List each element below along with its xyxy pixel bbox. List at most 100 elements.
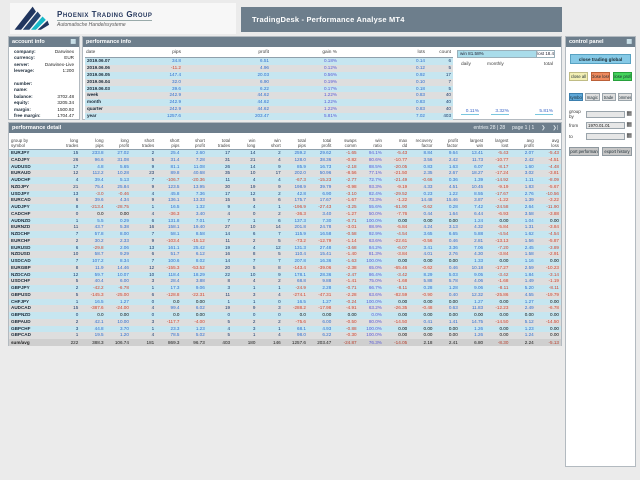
table-cell: 1	[252, 217, 256, 223]
table-cell: 1	[75, 332, 79, 338]
table-cell: -14.50	[545, 318, 559, 324]
export-performance-button[interactable]: export performance	[569, 147, 599, 156]
to-date-input[interactable]	[586, 132, 625, 140]
table-row: 2019.06.05 147.4 20.03 0.56% 0.92 17	[85, 71, 453, 79]
table-cell: 5.78	[448, 278, 458, 284]
table-row: EURCHF 2 30.2 2.33 9 -103.4 -15.12 11 2 5 -73.2 -12…	[9, 237, 561, 245]
table-cell: 0.00	[499, 258, 509, 263]
close-trading-global-button[interactable]: close trading global	[570, 54, 631, 64]
table-cell: 0.00	[524, 312, 534, 317]
table-cell: -82.59	[394, 291, 408, 297]
table-cell: 0	[151, 312, 155, 317]
table-cell: -17.67	[495, 190, 509, 196]
table-cell: 1704.47	[57, 112, 74, 118]
from-date-input[interactable]: 1970.01.01	[586, 121, 625, 129]
table-cell: -387.6	[90, 305, 104, 311]
table-cell: 0	[75, 210, 79, 216]
table-cell: 81.1	[170, 163, 180, 169]
table-cell: -10.23	[545, 264, 559, 270]
table-cell: 72.7%	[368, 177, 382, 182]
app-logo: Phoenix Trading Group Automatische Hande…	[10, 3, 236, 34]
table-cell: 1.83	[524, 183, 534, 189]
table-cell: 0.00	[195, 312, 205, 317]
table-cell: 4	[278, 156, 281, 162]
table-cell: 14	[250, 150, 256, 155]
tab-trade[interactable]: trade	[601, 93, 616, 101]
tab-magic[interactable]: magic	[585, 93, 600, 101]
grid-icon[interactable]: ▦	[70, 39, 76, 45]
close-loss-button[interactable]: close loss	[591, 72, 610, 81]
last-page-icon[interactable]: ❯|	[553, 125, 559, 131]
table-cell: 27	[224, 224, 231, 230]
table-cell: 222	[70, 340, 79, 345]
table-cell: 0.00	[398, 217, 408, 223]
table-cell: 96.6	[94, 156, 104, 162]
table-cell: 4	[151, 305, 155, 311]
table-cell: 3	[151, 278, 155, 284]
performance-detail-sum-row: sum/avg 222 388.3 106.74 181 869.3 96.73 403 180…	[9, 339, 561, 346]
calendar-icon[interactable]: ▦	[625, 122, 632, 128]
logo-title: Phoenix Trading Group	[57, 9, 153, 19]
table-cell: 14.48	[420, 197, 433, 203]
account-info-header: account info ▦	[9, 37, 79, 47]
table-cell: 84.2%	[368, 244, 382, 250]
group-by-input[interactable]	[586, 110, 625, 118]
table-row: EURCAD 6 39.6 4.34 9 136.1 13.33 15 5 6 175.7 17.67…	[9, 197, 561, 204]
calendar-icon[interactable]: ▦	[625, 133, 632, 139]
table-cell: 2	[252, 318, 256, 324]
table-cell: -3.84	[396, 251, 408, 257]
table-cell: 4	[252, 278, 256, 284]
table-cell: 0.00	[423, 325, 433, 331]
table-cell: 3	[252, 325, 256, 331]
table-cell: AUDCHF	[11, 177, 31, 182]
table-cell: 9.64	[448, 150, 458, 155]
export-history-button[interactable]: export history	[602, 147, 632, 156]
table-cell: 44.62	[257, 99, 270, 105]
close-all-button[interactable]: close all	[569, 72, 588, 81]
table-row: USDCAD 7 107.2 8.34 7 100.6 8.02 14 7 7 207.8 16.36…	[9, 258, 561, 265]
table-cell: 11.9	[94, 264, 104, 270]
column-header: avg loss	[551, 138, 559, 148]
grid-icon[interactable]: ▦	[626, 39, 632, 45]
table-cell: -106.7	[166, 177, 180, 182]
table-cell: 180	[247, 340, 256, 345]
table-cell: 7	[151, 231, 155, 236]
table-cell: -1.14	[346, 237, 357, 243]
lost-ratio-badge: lost 18.42%	[536, 51, 554, 57]
table-cell: -15.12	[191, 237, 205, 243]
next-page-icon[interactable]: ❯	[541, 125, 545, 131]
table-cell: 128.0	[294, 156, 306, 162]
table-cell: -47.31	[318, 291, 332, 297]
table-cell: 5	[278, 251, 281, 257]
table-cell: 25.4	[170, 150, 180, 155]
table-cell: 19	[224, 244, 231, 250]
table-cell: -9.19	[396, 183, 408, 189]
tab-comment[interactable]: comment	[617, 93, 632, 101]
table-cell: 22	[224, 271, 231, 277]
grid-picker-icon[interactable]: ▦	[625, 111, 632, 117]
table-row: GBPAUD 2 42.1 10.00 3 -117.7 -4.00 5 2 2 -75.6 6.00…	[9, 318, 561, 326]
table-cell: -8.11	[548, 285, 559, 290]
close-profit-button[interactable]: close profit	[613, 72, 632, 81]
table-cell: 0.00	[550, 258, 559, 263]
table-cell: -3.25	[346, 204, 357, 209]
table-cell: -0.88	[346, 325, 357, 331]
table-cell: -42.2	[93, 285, 104, 290]
table-cell: 1.22%	[323, 99, 337, 105]
table-cell: 30	[224, 183, 231, 189]
tab-symbol[interactable]: symbol	[569, 93, 584, 101]
table-cell: 23.3	[170, 325, 180, 331]
table-cell: 0.00	[448, 217, 458, 223]
table-cell: 1257.6	[166, 113, 181, 119]
table-cell: 9	[278, 183, 281, 189]
table-cell: -145.3	[90, 291, 104, 297]
table-cell: -288.2	[292, 305, 306, 311]
table-cell: -8.11	[498, 285, 509, 290]
table-cell: 2	[278, 278, 281, 284]
performance-detail-title: performance detail	[12, 125, 62, 131]
table-cell: 80.0%	[368, 318, 382, 324]
table-cell: 13.95	[193, 183, 205, 189]
table-cell: 6.80	[474, 340, 484, 345]
table-cell: 11.08	[193, 163, 205, 169]
table-cell: 20	[224, 264, 231, 270]
